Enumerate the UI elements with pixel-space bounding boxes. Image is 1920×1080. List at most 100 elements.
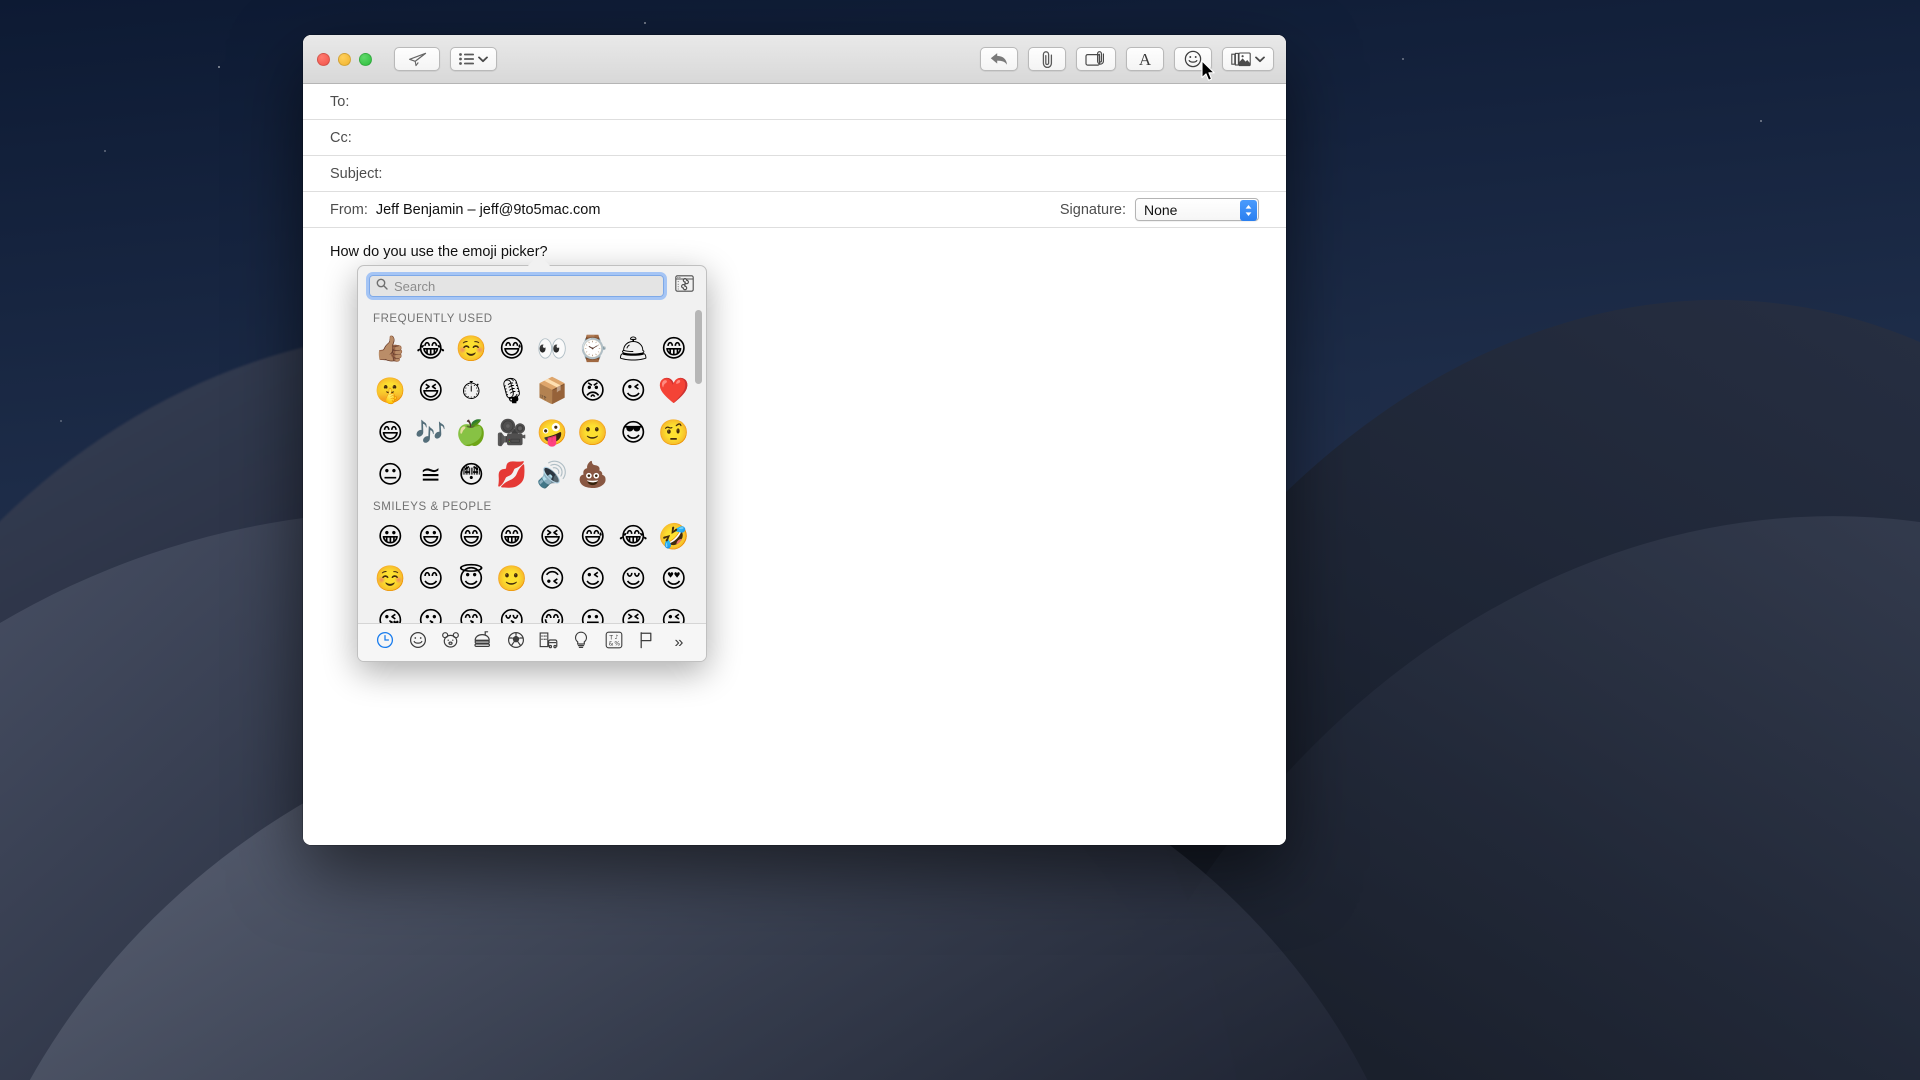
emoji-cell[interactable]: 😅 [492, 329, 533, 368]
emoji-cell[interactable]: 😙 [451, 601, 492, 623]
emoji-cell[interactable]: 😗 [411, 601, 452, 623]
emoji-cell[interactable]: ≅ [411, 455, 452, 494]
tab-frequently-used[interactable] [374, 632, 396, 654]
message-body-area[interactable]: How do you use the emoji picker? Search [303, 228, 1286, 845]
emoji-cell[interactable]: 🙂 [492, 559, 533, 598]
minimize-window-button[interactable] [338, 53, 351, 66]
emoji-cell[interactable]: 🍏 [451, 413, 492, 452]
subject-label: Subject: [330, 166, 382, 182]
from-field-row[interactable]: From: Jeff Benjamin – jeff@9to5mac.com S… [303, 192, 1286, 228]
emoji-cell[interactable]: 😄 [370, 413, 411, 452]
emoji-cell[interactable]: ☺️ [451, 329, 492, 368]
emoji-cell[interactable]: 😇 [451, 559, 492, 598]
emoji-scroll-area[interactable]: FREQUENTLY USED 👍🏽😂☺️😅👀⌚️🛎😁🤫😆⏱🎙📦😡😉❤️😄🎶🍏🎥… [358, 304, 706, 623]
cc-field-row[interactable]: Cc: [303, 120, 1286, 156]
emoji-cell[interactable]: 🎶 [411, 413, 452, 452]
emoji-cell[interactable]: 😃 [411, 517, 452, 556]
smiley-face-icon [1184, 50, 1202, 68]
close-window-button[interactable] [317, 53, 330, 66]
emoji-cell[interactable]: ⏱ [451, 371, 492, 410]
emoji-search-input[interactable]: Search [369, 275, 664, 297]
emoji-scrollbar-thumb[interactable] [695, 310, 702, 384]
tab-symbols[interactable]: T ♪ & % [603, 632, 625, 654]
emoji-cell[interactable]: 🤨 [654, 413, 695, 452]
mail-compose-window: A [303, 35, 1286, 845]
emoji-cell[interactable]: 😆 [411, 371, 452, 410]
format-button[interactable]: A [1126, 47, 1164, 71]
emoji-cell[interactable]: 😡 [573, 371, 614, 410]
emoji-cell[interactable]: ⌚️ [573, 329, 614, 368]
emoji-cell[interactable]: 😅 [573, 517, 614, 556]
tab-flags[interactable] [635, 632, 657, 654]
markup-button[interactable] [1076, 47, 1116, 71]
emoji-cell[interactable]: 👀 [532, 329, 573, 368]
emoji-cell[interactable]: 😍 [654, 559, 695, 598]
emoji-search-placeholder: Search [394, 279, 435, 294]
emoji-cell[interactable]: 😀 [370, 517, 411, 556]
flag-icon [638, 631, 654, 654]
emoji-cell[interactable]: 😆 [532, 517, 573, 556]
character-viewer-icon [675, 275, 694, 297]
emoji-cell[interactable]: 💋 [492, 455, 533, 494]
zoom-window-button[interactable] [359, 53, 372, 66]
emoji-scrollbar[interactable] [695, 310, 702, 617]
tab-animals-nature[interactable] [439, 632, 461, 654]
emoji-cell[interactable]: 😊 [411, 559, 452, 598]
emoji-button[interactable] [1174, 47, 1212, 71]
tab-objects[interactable] [570, 632, 592, 654]
emoji-cell[interactable]: 😝 [613, 601, 654, 623]
reply-button[interactable] [980, 47, 1018, 71]
svg-text:&: & [608, 641, 613, 648]
to-field-row[interactable]: To: [303, 84, 1286, 120]
emoji-cell[interactable]: 🙂 [573, 413, 614, 452]
stepper-arrows-icon[interactable] [1240, 200, 1257, 221]
symbols-icon: T ♪ & % [605, 631, 623, 654]
emoji-cell[interactable]: 👍🏽 [370, 329, 411, 368]
subject-field-row[interactable]: Subject: [303, 156, 1286, 192]
emoji-cell[interactable]: 📦 [532, 371, 573, 410]
toolbar-right-group: A [980, 47, 1274, 71]
emoji-cell[interactable]: 😄 [451, 517, 492, 556]
signature-control: Signature: None [1060, 198, 1286, 221]
character-viewer-button[interactable] [673, 276, 695, 296]
emoji-cell[interactable]: 😐 [370, 455, 411, 494]
tab-food-drink[interactable] [472, 632, 494, 654]
tab-more[interactable]: » [668, 632, 690, 654]
emoji-cell[interactable]: 🔊 [532, 455, 573, 494]
emoji-cell[interactable]: 😌 [613, 559, 654, 598]
emoji-cell[interactable]: 😳 [451, 455, 492, 494]
emoji-cell[interactable]: 🎥 [492, 413, 533, 452]
emoji-cell[interactable]: 😂 [613, 517, 654, 556]
emoji-cell[interactable]: 😁 [654, 329, 695, 368]
emoji-cell[interactable]: 😎 [613, 413, 654, 452]
tab-activity[interactable] [505, 632, 527, 654]
emoji-cell[interactable]: 😉 [573, 559, 614, 598]
attach-button[interactable] [1028, 47, 1066, 71]
emoji-cell[interactable]: 😁 [492, 517, 533, 556]
emoji-cell[interactable]: 🙃 [532, 559, 573, 598]
emoji-cell[interactable]: ☺️ [370, 559, 411, 598]
tab-travel-places[interactable] [537, 632, 559, 654]
emoji-cell[interactable]: ❤️ [654, 371, 695, 410]
emoji-cell[interactable]: 🤣 [654, 517, 695, 556]
tab-smileys-people[interactable] [407, 632, 429, 654]
emoji-cell[interactable]: 😜 [654, 601, 695, 623]
emoji-cell[interactable]: 😋 [532, 601, 573, 623]
message-body-text: How do you use the emoji picker? [330, 244, 1259, 260]
soccer-ball-icon [507, 631, 525, 654]
letter-a-icon: A [1139, 51, 1151, 68]
photo-browser-button[interactable] [1222, 47, 1274, 71]
emoji-cell[interactable]: 🛎 [613, 329, 654, 368]
emoji-cell[interactable]: 🎙 [492, 371, 533, 410]
emoji-cell[interactable]: 😉 [613, 371, 654, 410]
emoji-cell[interactable]: 😛 [573, 601, 614, 623]
send-button[interactable] [394, 47, 440, 71]
emoji-cell[interactable]: 😘 [370, 601, 411, 623]
emoji-cell[interactable]: 💩 [573, 455, 614, 494]
signature-select[interactable]: None [1135, 198, 1259, 221]
header-fields-button[interactable] [450, 47, 497, 71]
emoji-cell[interactable]: 😚 [492, 601, 533, 623]
emoji-cell[interactable]: 🤫 [370, 371, 411, 410]
emoji-cell[interactable]: 😂 [411, 329, 452, 368]
emoji-cell[interactable]: 🤪 [532, 413, 573, 452]
